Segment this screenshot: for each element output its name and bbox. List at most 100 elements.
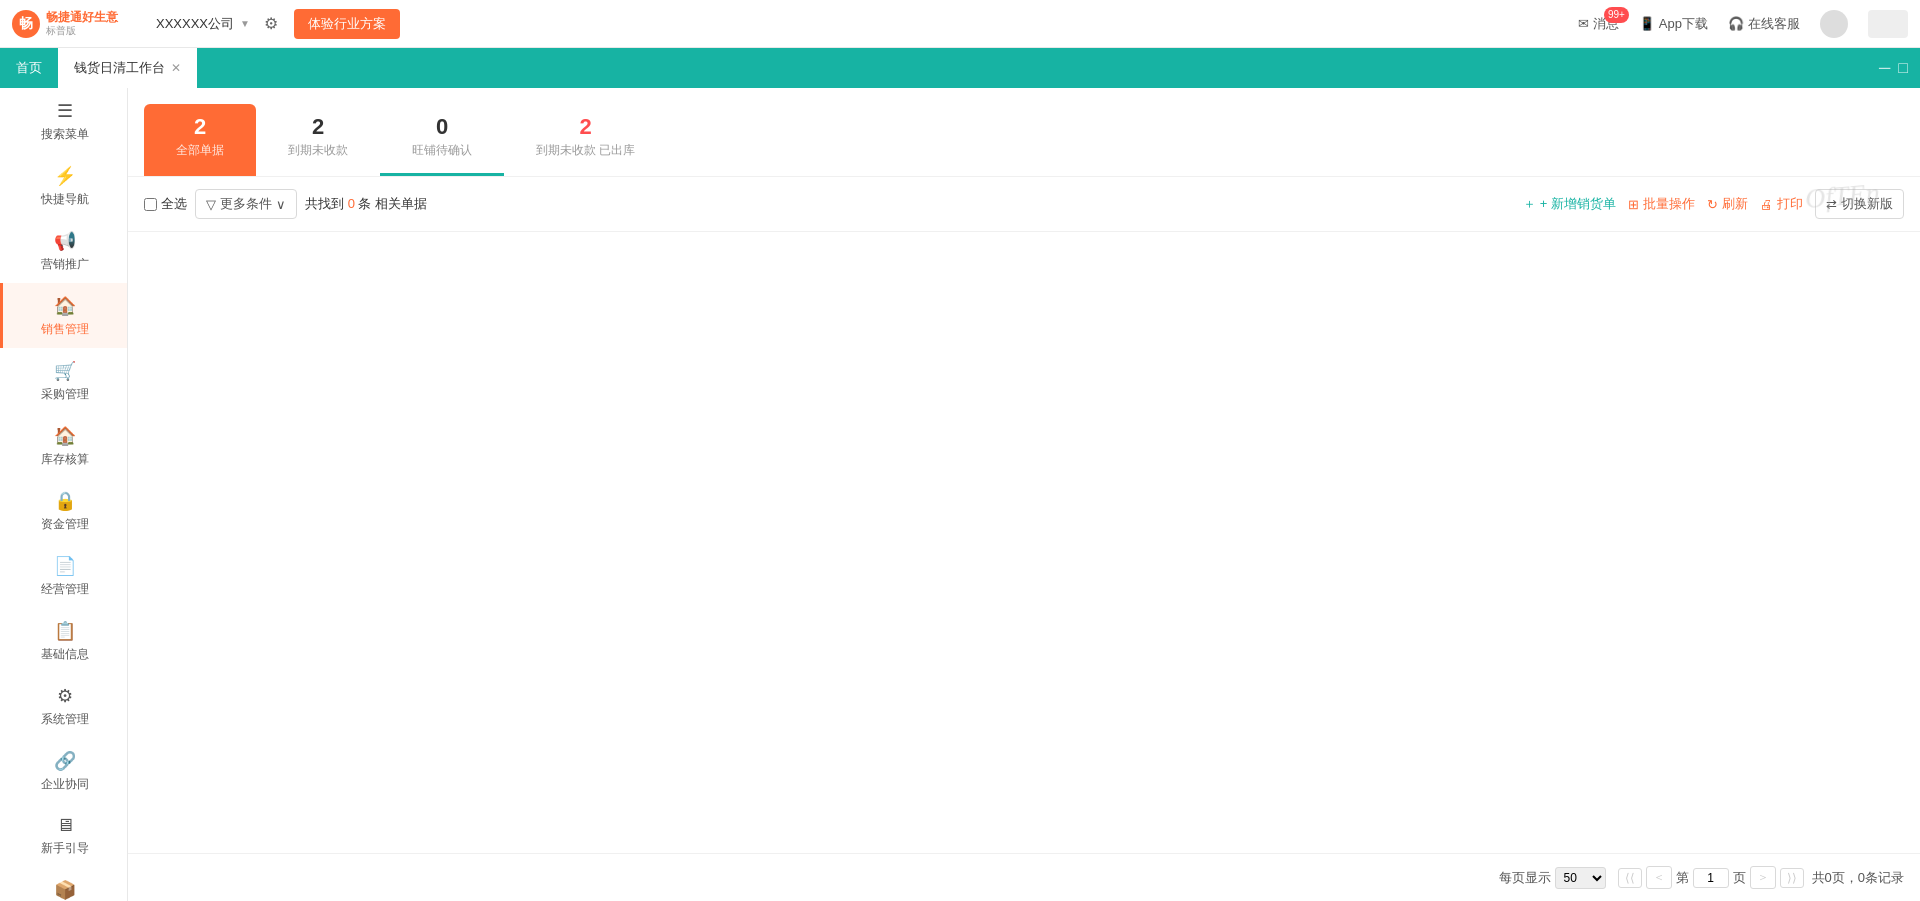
print-icon: 🖨 (1760, 197, 1773, 212)
online-service-label: 在线客服 (1748, 15, 1800, 33)
select-all-label: 全选 (161, 195, 187, 213)
filter-icon: ▽ (206, 197, 216, 212)
sidebar-item-marketing[interactable]: 📢 营销推广 (0, 218, 127, 283)
sidebar-label-operations: 经营管理 (41, 581, 89, 598)
page-label-prefix: 第 (1676, 869, 1689, 887)
sidebar-label-system: 系统管理 (41, 711, 89, 728)
trial-button[interactable]: 体验行业方案 (294, 9, 400, 39)
stat-label-all: 全部单据 (176, 142, 224, 159)
sidebar-item-cooperation[interactable]: 🔗 企业协同 (0, 738, 127, 803)
phone-icon: 📱 (1639, 16, 1655, 31)
stat-number-wangpu: 0 (436, 114, 448, 140)
prev-page-button[interactable]: ＜ (1646, 866, 1672, 889)
sidebar-label-finance: 资金管理 (41, 516, 89, 533)
sidebar-label-marketing: 营销推广 (41, 256, 89, 273)
first-page-button[interactable]: ⟨⟨ (1618, 868, 1642, 888)
select-all-checkbox[interactable]: 全选 (144, 195, 187, 213)
tab-close-icon[interactable]: ✕ (171, 61, 181, 75)
refresh-button[interactable]: ↻ 刷新 (1707, 195, 1748, 213)
page-size-label: 每页显示 (1499, 869, 1551, 887)
maximize-button[interactable]: □ (1898, 59, 1908, 77)
stat-tab-shipped[interactable]: 2 到期未收款 已出库 (504, 104, 667, 176)
monitor-icon: 🖥 (56, 815, 74, 836)
batch-label: 批量操作 (1643, 195, 1695, 213)
sidebar-item-finance[interactable]: 🔒 资金管理 (0, 478, 127, 543)
box-icon: 📦 (54, 879, 76, 901)
count-unit: 条 (358, 196, 371, 211)
settings-button[interactable]: ⚙ (260, 10, 282, 37)
cart-icon: 🛒 (54, 360, 76, 382)
filter-button[interactable]: ▽ 更多条件 ∨ (195, 189, 297, 219)
stat-label-overdue: 到期未收款 (288, 142, 348, 159)
stat-number-all: 2 (194, 114, 206, 140)
minimize-button[interactable]: ─ (1879, 59, 1890, 77)
sidebar-label-basic-info: 基础信息 (41, 646, 89, 663)
sidebar-item-system[interactable]: ⚙ 系统管理 (0, 673, 127, 738)
sidebar-label-sales: 销售管理 (41, 321, 89, 338)
batch-icon: ⊞ (1628, 197, 1639, 212)
sidebar-label-cooperation: 企业协同 (41, 776, 89, 793)
chevron-down-icon: ▼ (240, 18, 250, 29)
add-sale-label: + 新增销货单 (1540, 195, 1616, 213)
stat-number-overdue: 2 (312, 114, 324, 140)
tab-work-station-label: 钱货日清工作台 (74, 59, 165, 77)
empty-content-area (128, 232, 1920, 712)
switch-version-button[interactable]: ⇄ 切换新版 (1815, 189, 1904, 219)
chevron-icon: ∨ (276, 197, 286, 212)
sidebar-item-purchase[interactable]: 🛒 采购管理 (0, 348, 127, 413)
add-sale-order-button[interactable]: ＋ + 新增销货单 (1523, 195, 1616, 213)
switch-icon: ⇄ (1826, 197, 1837, 212)
toolbar-left: 全选 ▽ 更多条件 ∨ 共找到 0 条 相关单据 (144, 189, 1511, 219)
page-number-input[interactable] (1693, 868, 1729, 888)
sidebar-item-quick-nav[interactable]: ⚡ 快捷导航 (0, 153, 127, 218)
message-icon: ✉ (1578, 16, 1589, 31)
logo-area: 畅 畅捷通好生意 标普版 (12, 10, 140, 38)
sidebar-item-search-menu[interactable]: ☰ 搜索菜单 (0, 88, 127, 153)
sidebar: ☰ 搜索菜单 ⚡ 快捷导航 📢 营销推广 🏠 销售管理 🛒 采购管理 🏠 库存核… (0, 88, 128, 901)
sidebar-item-apps[interactable]: 📦 应用中心 (0, 867, 127, 901)
select-all-input[interactable] (144, 198, 157, 211)
settings-icon: ⚙ (57, 685, 73, 707)
message-badge: 99+ (1604, 7, 1629, 23)
app-download-button[interactable]: 📱 App下载 (1639, 15, 1708, 33)
online-service-button[interactable]: 🎧 在线客服 (1728, 15, 1800, 33)
tab-home-label: 首页 (16, 59, 42, 77)
last-page-button[interactable]: ⟩⟩ (1780, 868, 1804, 888)
company-name: XXXXXX公司 (156, 15, 234, 33)
stat-tab-all[interactable]: 2 全部单据 (144, 104, 256, 176)
user-menu[interactable] (1868, 10, 1908, 38)
document-icon: 📄 (54, 555, 76, 577)
menu-icon: ☰ (57, 100, 73, 122)
related-label: 相关单据 (375, 196, 427, 211)
refresh-icon: ↻ (1707, 197, 1718, 212)
avatar[interactable] (1820, 10, 1848, 38)
sidebar-item-inventory[interactable]: 🏠 库存核算 (0, 413, 127, 478)
tab-home[interactable]: 首页 (0, 48, 58, 88)
stat-tab-overdue[interactable]: 2 到期未收款 (256, 104, 380, 176)
sidebar-item-operations[interactable]: 📄 经营管理 (0, 543, 127, 608)
total-info: 共0页，0条记录 (1812, 869, 1904, 887)
toolbar: 全选 ▽ 更多条件 ∨ 共找到 0 条 相关单据 ＋ + 新增销货单 (128, 177, 1920, 232)
sidebar-item-sales[interactable]: 🏠 销售管理 (0, 283, 127, 348)
page-size-select[interactable]: 50 100 200 (1555, 867, 1606, 889)
stat-label-shipped: 到期未收款 已出库 (536, 142, 635, 159)
top-header: 畅 畅捷通好生意 标普版 XXXXXX公司 ▼ ⚙ 体验行业方案 ✉ 消息 99… (0, 0, 1920, 48)
link-icon: 🔗 (54, 750, 76, 772)
message-button[interactable]: ✉ 消息 99+ (1578, 15, 1619, 33)
stat-number-shipped: 2 (580, 114, 592, 140)
page-size-selector[interactable]: 每页显示 50 100 200 (1499, 867, 1610, 889)
stat-tab-wangpu[interactable]: 0 旺铺待确认 (380, 104, 504, 176)
sidebar-item-basic-info[interactable]: 📋 基础信息 (0, 608, 127, 673)
company-selector[interactable]: XXXXXX公司 ▼ (156, 15, 250, 33)
warehouse-icon: 🏠 (54, 425, 76, 447)
print-button[interactable]: 🖨 打印 (1760, 195, 1803, 213)
print-label: 打印 (1777, 195, 1803, 213)
logo-text: 畅捷通好生意 标普版 (46, 10, 118, 36)
plus-icon: ＋ (1523, 195, 1536, 213)
count-text: 共找到 0 条 相关单据 (305, 195, 427, 213)
sidebar-item-guide[interactable]: 🖥 新手引导 (0, 803, 127, 867)
tab-work-station[interactable]: 钱货日清工作台 ✕ (58, 48, 197, 88)
next-page-button[interactable]: ＞ (1750, 866, 1776, 889)
tab-bar-actions: ─ □ (1879, 59, 1920, 77)
batch-operation-button[interactable]: ⊞ 批量操作 (1628, 195, 1695, 213)
